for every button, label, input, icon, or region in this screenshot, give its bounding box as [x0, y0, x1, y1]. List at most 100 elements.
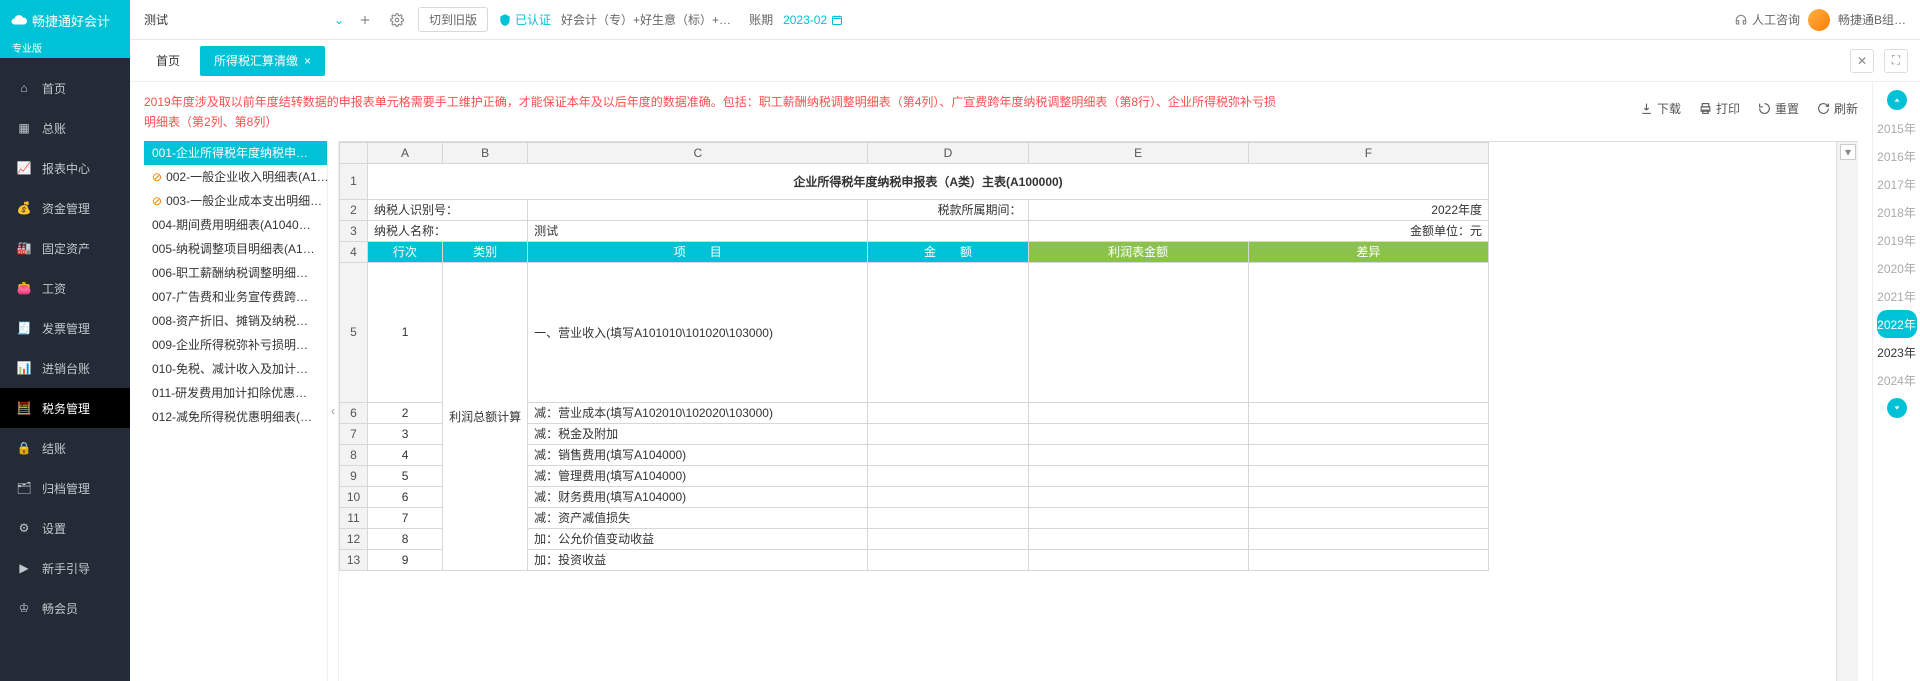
seq-cell[interactable]: 8 — [368, 528, 443, 549]
profit-cell[interactable] — [1028, 423, 1248, 444]
profit-cell[interactable] — [1028, 262, 1248, 402]
diff-cell[interactable] — [1248, 262, 1488, 402]
year-scroll-down-button[interactable] — [1887, 398, 1907, 418]
item-cell[interactable]: 减：管理费用(填写A104000) — [528, 465, 868, 486]
item-cell[interactable]: 减：资产减值损失 — [528, 507, 868, 528]
close-icon[interactable]: × — [304, 54, 311, 68]
form-list-item-5[interactable]: 006-职工薪酬纳税调整明细… — [144, 261, 327, 285]
amount-cell[interactable] — [868, 262, 1028, 402]
avatar[interactable] — [1808, 9, 1830, 31]
expand-button[interactable]: ⛶ — [1884, 49, 1908, 73]
year-2021年[interactable]: 2021年 — [1877, 282, 1917, 310]
item-cell[interactable]: 减：财务费用(填写A104000) — [528, 486, 868, 507]
amount-cell[interactable] — [868, 402, 1028, 423]
year-2023年[interactable]: 2023年 — [1877, 338, 1917, 366]
diff-cell[interactable] — [1248, 549, 1488, 570]
form-list-item-8[interactable]: 009-企业所得税弥补亏损明… — [144, 333, 327, 357]
form-list-item-2[interactable]: ⊘003-一般企业成本支出明细… — [144, 189, 327, 213]
seq-cell[interactable]: 5 — [368, 465, 443, 486]
sidebar-item-1[interactable]: ▦总账 — [0, 108, 130, 148]
sidebar-item-5[interactable]: 👛工资 — [0, 268, 130, 308]
amount-cell[interactable] — [868, 444, 1028, 465]
year-2024年[interactable]: 2024年 — [1877, 366, 1917, 394]
taxpayer-name-value[interactable]: 测试 — [528, 220, 868, 241]
diff-cell[interactable] — [1248, 486, 1488, 507]
amount-cell[interactable] — [868, 549, 1028, 570]
profit-cell[interactable] — [1028, 444, 1248, 465]
sidebar-item-12[interactable]: ▶新手引导 — [0, 548, 130, 588]
refresh-button[interactable]: 刷新 — [1817, 100, 1858, 117]
diff-cell[interactable] — [1248, 507, 1488, 528]
year-2018年[interactable]: 2018年 — [1877, 198, 1917, 226]
sidebar-item-3[interactable]: 💰资金管理 — [0, 188, 130, 228]
support-button[interactable]: 人工咨询 — [1734, 11, 1800, 28]
profit-cell[interactable] — [1028, 402, 1248, 423]
sidebar-item-7[interactable]: 📊进销台账 — [0, 348, 130, 388]
form-list-item-0[interactable]: 001-企业所得税年度纳税申… — [144, 141, 327, 165]
form-list-item-6[interactable]: 007-广告费和业务宣传费跨… — [144, 285, 327, 309]
period-selector[interactable]: 2023-02 — [783, 13, 843, 27]
seq-cell[interactable]: 9 — [368, 549, 443, 570]
year-2022年[interactable]: 2022年 — [1877, 310, 1917, 338]
diff-cell[interactable] — [1248, 402, 1488, 423]
item-cell[interactable]: 减：税金及附加 — [528, 423, 868, 444]
sidebar-item-2[interactable]: 📈报表中心 — [0, 148, 130, 188]
year-2016年[interactable]: 2016年 — [1877, 142, 1917, 170]
company-selector[interactable]: 测试 ⌄ — [144, 11, 344, 28]
profit-cell[interactable] — [1028, 528, 1248, 549]
blank-cell[interactable] — [868, 220, 1028, 241]
sidebar-item-10[interactable]: 🗂归档管理 — [0, 468, 130, 508]
sidebar-item-11[interactable]: ⚙设置 — [0, 508, 130, 548]
sidebar-item-0[interactable]: ⌂首页 — [0, 68, 130, 108]
year-2019年[interactable]: 2019年 — [1877, 226, 1917, 254]
sheet-options-button[interactable]: ▾ — [1840, 144, 1856, 160]
year-2020年[interactable]: 2020年 — [1877, 254, 1917, 282]
sidebar-item-9[interactable]: 🔒结账 — [0, 428, 130, 468]
col-A[interactable]: A — [368, 142, 443, 163]
reset-button[interactable]: 重置 — [1758, 100, 1799, 117]
seq-cell[interactable]: 7 — [368, 507, 443, 528]
settings-gear-button[interactable] — [386, 9, 408, 31]
profit-cell[interactable] — [1028, 465, 1248, 486]
spreadsheet[interactable]: A B C D E F 1企业所得税年度纳税申报表（A类）主表(A100000)… — [339, 141, 1858, 681]
sidebar-item-8[interactable]: 🧮税务管理 — [0, 388, 130, 428]
diff-cell[interactable] — [1248, 528, 1488, 549]
form-list-item-7[interactable]: 008-资产折旧、摊销及纳税… — [144, 309, 327, 333]
switch-old-version-button[interactable]: 切到旧版 — [418, 7, 488, 32]
seq-cell[interactable]: 6 — [368, 486, 443, 507]
profit-cell[interactable] — [1028, 486, 1248, 507]
print-button[interactable]: 打印 — [1699, 100, 1740, 117]
diff-cell[interactable] — [1248, 444, 1488, 465]
sidebar-item-6[interactable]: 🧾发票管理 — [0, 308, 130, 348]
sidebar-item-4[interactable]: 🏭固定资产 — [0, 228, 130, 268]
amount-cell[interactable] — [868, 528, 1028, 549]
col-C[interactable]: C — [528, 142, 868, 163]
profit-cell[interactable] — [1028, 549, 1248, 570]
item-cell[interactable]: 减：营业成本(填写A102010\102020\103000) — [528, 402, 868, 423]
item-cell[interactable]: 加：公允价值变动收益 — [528, 528, 868, 549]
sidebar-item-13[interactable]: ♔畅会员 — [0, 588, 130, 628]
form-list-item-9[interactable]: 010-免税、减计收入及加计… — [144, 357, 327, 381]
profit-cell[interactable] — [1028, 507, 1248, 528]
diff-cell[interactable] — [1248, 423, 1488, 444]
download-button[interactable]: 下载 — [1640, 100, 1681, 117]
diff-cell[interactable] — [1248, 465, 1488, 486]
form-list-item-3[interactable]: 004-期间费用明细表(A1040… — [144, 213, 327, 237]
year-2015年[interactable]: 2015年 — [1877, 114, 1917, 142]
add-company-button[interactable] — [354, 9, 376, 31]
tab-1[interactable]: 所得税汇算清缴× — [200, 46, 325, 76]
col-E[interactable]: E — [1028, 142, 1248, 163]
item-cell[interactable]: 加：投资收益 — [528, 549, 868, 570]
amount-cell[interactable] — [868, 486, 1028, 507]
seq-cell[interactable]: 3 — [368, 423, 443, 444]
form-list-item-1[interactable]: ⊘002-一般企业收入明细表(A1… — [144, 165, 327, 189]
item-cell[interactable]: 减：销售费用(填写A104000) — [528, 444, 868, 465]
seq-cell[interactable]: 1 — [368, 262, 443, 402]
col-D[interactable]: D — [868, 142, 1028, 163]
form-list-item-11[interactable]: 012-减免所得税优惠明细表(… — [144, 405, 327, 429]
form-list-item-10[interactable]: 011-研发费用加计扣除优惠… — [144, 381, 327, 405]
username[interactable]: 畅捷通B组… — [1838, 11, 1906, 28]
seq-cell[interactable]: 2 — [368, 402, 443, 423]
amount-cell[interactable] — [868, 507, 1028, 528]
form-list-item-4[interactable]: 005-纳税调整项目明细表(A1… — [144, 237, 327, 261]
